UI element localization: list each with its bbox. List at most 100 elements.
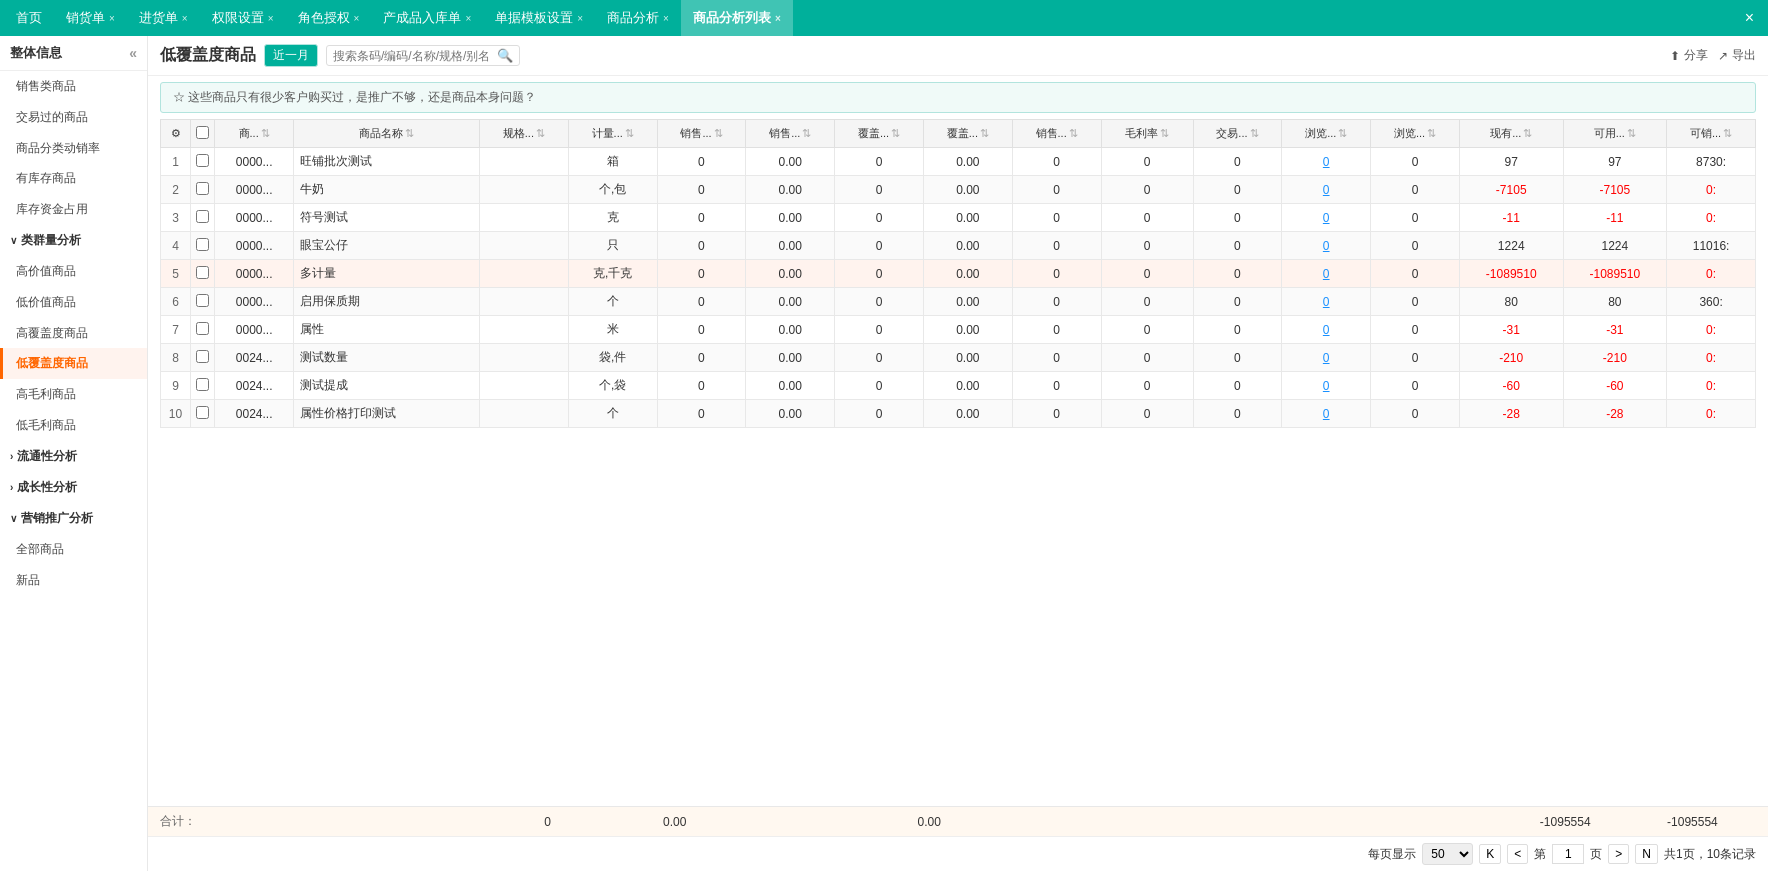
code-col-header[interactable]: 商...⇅ [215,120,294,148]
row-sellable-7: 0: [1667,316,1756,344]
row-checkbox-6[interactable] [191,288,215,316]
close-analysis-list-tab[interactable]: × [775,13,781,24]
nav-tab-production[interactable]: 产成品入库单 × [371,0,483,36]
row-checkbox-5[interactable] [191,260,215,288]
sidebar-item-traded-goods[interactable]: 交易过的商品 [0,102,147,133]
sidebar-item-low-margin[interactable]: 低毛利商品 [0,410,147,441]
name-col-header[interactable]: 商品名称⇅ [294,120,480,148]
row-checkbox-8[interactable] [191,344,215,372]
filter-recent-month-btn[interactable]: 近一月 [264,44,318,67]
nav-tab-home[interactable]: 首页 [4,0,54,36]
close-roles-tab[interactable]: × [354,13,360,24]
first-page-btn[interactable]: K [1479,844,1501,864]
row-num-3: 3 [161,204,191,232]
nav-tab-sales[interactable]: 销货单 × [54,0,127,36]
sidebar-item-category-rate[interactable]: 商品分类动销率 [0,133,147,164]
row-spec-3 [479,204,568,232]
sellable-col-header[interactable]: 可销...⇅ [1667,120,1756,148]
sidebar-item-high-value[interactable]: 高价值商品 [0,256,147,287]
gross-margin-col-header[interactable]: 毛利率⇅ [1101,120,1193,148]
row-browse1-2[interactable]: 0 [1282,176,1371,204]
row-checkbox-9[interactable] [191,372,215,400]
trade-col-header[interactable]: 交易...⇅ [1193,120,1282,148]
row-sales-amt-4: 0.00 [746,232,835,260]
last-page-btn[interactable]: N [1635,844,1658,864]
sidebar-collapse-btn[interactable]: « [129,45,137,61]
row-checkbox-3[interactable] [191,204,215,232]
page-size-select[interactable]: 50 100 200 [1422,843,1473,865]
row-sales-qty-8: 0 [657,344,746,372]
sidebar-section-marketing[interactable]: ∨ 营销推广分析 [0,503,147,534]
unit-col-header[interactable]: 计量...⇅ [568,120,657,148]
sidebar-item-in-stock[interactable]: 有库存商品 [0,163,147,194]
sidebar-item-all-goods[interactable]: 全部商品 [0,534,147,565]
share-btn[interactable]: ⬆ 分享 [1670,47,1708,64]
row-available-6: 80 [1563,288,1667,316]
export-btn[interactable]: ↗ 导出 [1718,47,1756,64]
sidebar-item-sales-goods[interactable]: 销售类商品 [0,71,147,102]
cover2-col-header[interactable]: 覆盖...⇅ [923,120,1012,148]
cover1-col-header[interactable]: 覆盖...⇅ [835,120,924,148]
row-browse1-4[interactable]: 0 [1282,232,1371,260]
row-browse1-5[interactable]: 0 [1282,260,1371,288]
nav-tab-purchase[interactable]: 进货单 × [127,0,200,36]
close-template-tab[interactable]: × [577,13,583,24]
row-checkbox-10[interactable] [191,400,215,428]
sidebar-item-low-value[interactable]: 低价值商品 [0,287,147,318]
growth-arrow-icon: › [10,482,13,493]
total-cover2: 0.00 [866,815,993,829]
sidebar-item-low-coverage[interactable]: 低覆盖度商品 [0,348,147,379]
nav-tab-analysis[interactable]: 商品分析 × [595,0,681,36]
close-purchase-tab[interactable]: × [182,13,188,24]
sidebar-item-new-goods[interactable]: 新品 [0,565,147,596]
next-page-btn[interactable]: > [1608,844,1629,864]
sidebar-item-stock-fund[interactable]: 库存资金占用 [0,194,147,225]
row-browse1-7[interactable]: 0 [1282,316,1371,344]
close-perms-tab[interactable]: × [268,13,274,24]
settings-col-header[interactable]: ⚙ [161,120,191,148]
nav-tab-perms[interactable]: 权限设置 × [200,0,286,36]
row-sales-amt-9: 0.00 [746,372,835,400]
row-unit-9: 个,袋 [568,372,657,400]
close-all-tabs[interactable]: × [1735,9,1764,27]
close-analysis-tab[interactable]: × [663,13,669,24]
row-browse1-3[interactable]: 0 [1282,204,1371,232]
close-sales-tab[interactable]: × [109,13,115,24]
row-browse1-10[interactable]: 0 [1282,400,1371,428]
row-sales-amt-1: 0.00 [746,148,835,176]
browse1-col-header[interactable]: 浏览...⇅ [1282,120,1371,148]
sales-qty-col-header[interactable]: 销售...⇅ [657,120,746,148]
row-cover2-4: 0.00 [923,232,1012,260]
nav-tab-roles[interactable]: 角色授权 × [286,0,372,36]
sidebar-section-flow[interactable]: › 流通性分析 [0,441,147,472]
row-checkbox-7[interactable] [191,316,215,344]
row-checkbox-2[interactable] [191,176,215,204]
available-col-header[interactable]: 可用...⇅ [1563,120,1667,148]
spec-col-header[interactable]: 规格...⇅ [479,120,568,148]
nav-tab-template[interactable]: 单据模板设置 × [483,0,595,36]
sales3-col-header[interactable]: 销售...⇅ [1012,120,1101,148]
row-checkbox-4[interactable] [191,232,215,260]
row-browse1-6[interactable]: 0 [1282,288,1371,316]
nav-tab-analysis-list[interactable]: 商品分析列表 × [681,0,793,36]
row-browse2-3: 0 [1371,204,1460,232]
current-page-input[interactable] [1552,844,1584,864]
close-production-tab[interactable]: × [465,13,471,24]
row-checkbox-1[interactable] [191,148,215,176]
row-browse1-1[interactable]: 0 [1282,148,1371,176]
row-trade-8: 0 [1193,344,1282,372]
sidebar-item-high-margin[interactable]: 高毛利商品 [0,379,147,410]
row-browse1-8[interactable]: 0 [1282,344,1371,372]
select-all-checkbox[interactable] [196,126,209,139]
search-input[interactable] [333,49,493,63]
prev-page-btn[interactable]: < [1507,844,1528,864]
current-stock-col-header[interactable]: 现有...⇅ [1459,120,1563,148]
sidebar-section-cluster[interactable]: ∨ 类群量分析 [0,225,147,256]
row-browse2-7: 0 [1371,316,1460,344]
row-browse1-9[interactable]: 0 [1282,372,1371,400]
sidebar-item-high-coverage[interactable]: 高覆盖度商品 [0,318,147,349]
search-icon[interactable]: 🔍 [497,48,513,63]
browse2-col-header[interactable]: 浏览...⇅ [1371,120,1460,148]
sales-amt-col-header[interactable]: 销售...⇅ [746,120,835,148]
sidebar-section-growth[interactable]: › 成长性分析 [0,472,147,503]
